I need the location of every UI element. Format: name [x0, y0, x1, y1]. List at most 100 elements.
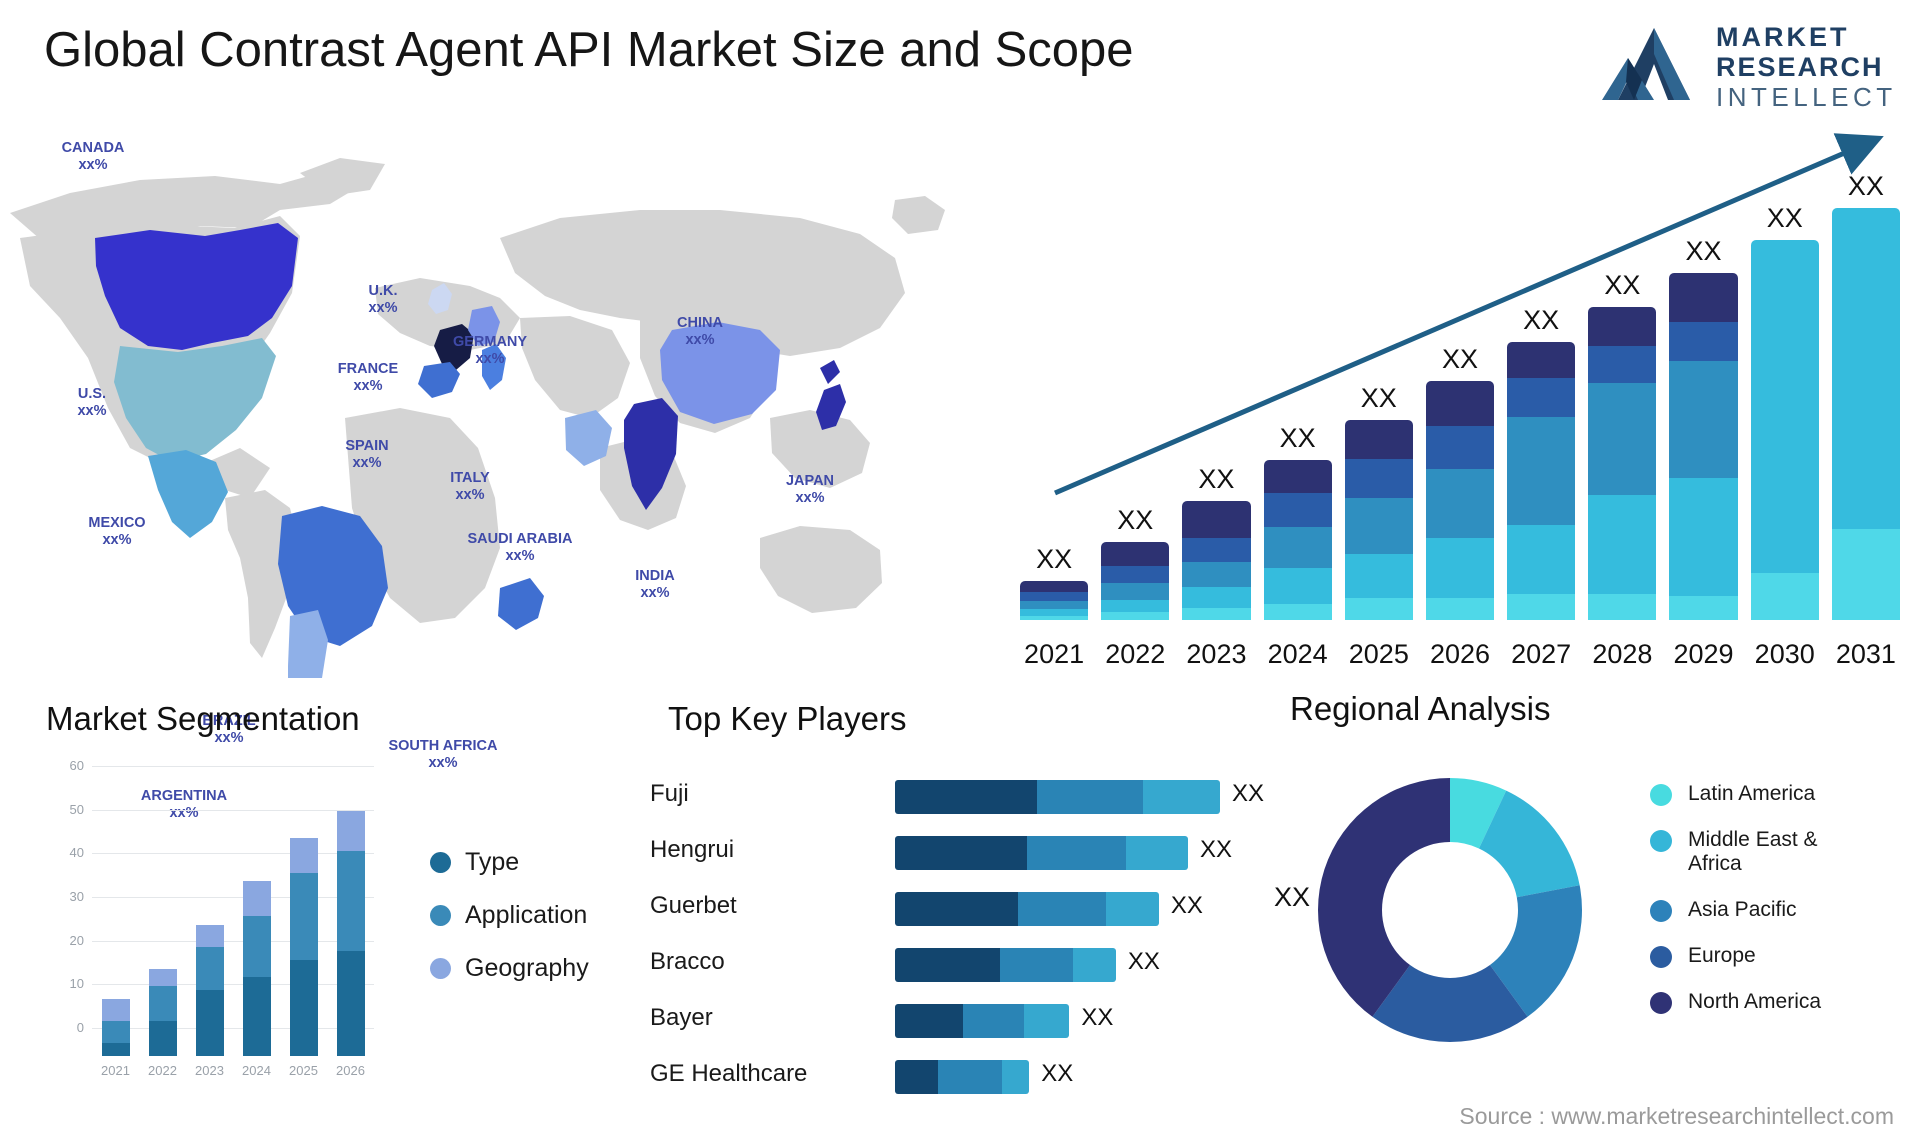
- map-label-canada: CANADA xx%: [38, 140, 148, 174]
- segmentation-bar-column: 2022: [148, 794, 177, 1078]
- segmentation-gridline: [92, 897, 374, 898]
- segmentation-bar-segment: [242, 977, 271, 1056]
- map-label-u-k-: U.K. xx%: [328, 283, 438, 317]
- segmentation-bar-segment: [148, 986, 177, 1022]
- player-bar-segment: [895, 1004, 963, 1038]
- map-label-japan: JAPAN xx%: [755, 473, 865, 507]
- market-segmentation-panel: Market Segmentation 60 50 40 30 20 10 0 2021 202…: [30, 700, 630, 1120]
- growth-bar: [1020, 581, 1089, 620]
- segmentation-bar-column: 2021: [101, 794, 130, 1078]
- growth-bar: [1101, 542, 1170, 620]
- growth-bar: [1344, 420, 1413, 620]
- player-bar: [895, 836, 1189, 870]
- growth-bar: [1750, 240, 1819, 620]
- player-value-label: XX: [1081, 1004, 1114, 1031]
- map-country-name: CHINA: [677, 315, 723, 331]
- map-country-percent: xx%: [685, 332, 715, 348]
- growth-bar-segment: [1669, 477, 1738, 597]
- segmentation-bar-segment: [101, 1042, 130, 1056]
- player-bar-segment: [1143, 780, 1220, 814]
- player-bar-segment: [1125, 836, 1189, 870]
- player-name: Guerbet: [650, 892, 737, 919]
- growth-bar-year-label: 2026: [1429, 639, 1491, 669]
- map-country-percent: xx%: [353, 378, 383, 394]
- map-country-percent: xx%: [368, 300, 398, 316]
- growth-bar-segment: [1425, 425, 1495, 470]
- growth-bar-value-label: XX: [1685, 235, 1722, 266]
- segmentation-gridline: [92, 853, 374, 855]
- growth-bar-value-label: XX: [1198, 464, 1235, 495]
- map-country-percent: xx%: [102, 532, 132, 548]
- map-country-name: CANADA: [61, 140, 125, 156]
- segmentation-legend: Type Application Geography: [430, 848, 589, 1007]
- growth-bar-value-label: XX: [1117, 505, 1154, 536]
- growth-bar-segment: [1101, 583, 1170, 600]
- growth-bar-value-label: XX: [1279, 423, 1316, 454]
- regional-legend-dot-icon: [1650, 946, 1672, 968]
- regional-legend-label: Middle East & Africa: [1688, 828, 1818, 875]
- map-country-percent: xx%: [77, 403, 107, 419]
- segmentation-bar-column: 2026: [336, 794, 365, 1078]
- segmentation-x-label: 2025: [289, 1063, 318, 1078]
- player-bar-segment: [1018, 892, 1106, 926]
- map-country-name: U.K.: [368, 283, 398, 299]
- growth-bar-column: XX 2025: [1344, 383, 1413, 669]
- map-country-percent: xx%: [505, 548, 535, 564]
- map-country-percent: xx%: [475, 351, 505, 367]
- regional-legend-dot-icon: [1650, 830, 1672, 852]
- segmentation-chart: 60 50 40 30 20 10 0 2021 2022 2023 2024 2025 2026: [54, 758, 384, 1078]
- player-row: Guerbet XX: [620, 890, 1300, 928]
- growth-bar-column: XX 2026: [1425, 344, 1495, 669]
- top-key-players-panel: Top Key Players Fuji XX Hengrui XX Guerbet XX…: [620, 700, 1300, 1120]
- map-label-germany: GERMANY xx%: [435, 334, 545, 368]
- growth-bar-segment: [1588, 594, 1657, 620]
- growth-bar-segment: [1182, 586, 1251, 609]
- player-bar-segment: [895, 948, 1000, 982]
- growth-bar-year-label: 2029: [1673, 639, 1734, 669]
- growth-bar-segment: [1507, 341, 1576, 379]
- growth-bar-column: XX 2028: [1588, 270, 1657, 669]
- logo-line-market: MARKET: [1716, 22, 1850, 52]
- player-bar-segment: [895, 836, 1028, 870]
- segmentation-legend-label: Geography: [465, 954, 589, 982]
- growth-bar-segment: [1020, 600, 1089, 610]
- growth-bar-value-label: XX: [1441, 343, 1478, 374]
- growth-bar-segment: [1425, 380, 1495, 426]
- player-bar: [895, 948, 1116, 982]
- growth-bar: [1669, 272, 1738, 620]
- growth-bar-value-label: XX: [1604, 270, 1641, 301]
- map-country-percent: xx%: [640, 585, 670, 601]
- map-label-china: CHINA xx%: [645, 315, 755, 349]
- regional-legend: Latin America Middle East & Africa Asia Pa…: [1650, 782, 1868, 1036]
- map-country-name: U.S.: [77, 386, 107, 402]
- regional-donut-chart: [1318, 778, 1582, 1042]
- regional-analysis-panel: Regional Analysis XX Latin America Middle…: [1274, 690, 1920, 1120]
- growth-bar-column: XX 2024: [1263, 423, 1332, 669]
- segmentation-bar: [148, 968, 177, 1056]
- growth-bar-segment: [1020, 591, 1089, 601]
- growth-bar-value-label: XX: [1523, 304, 1560, 335]
- source-text: Source : www.marketresearchintellect.com: [1459, 1103, 1894, 1129]
- growth-bar-column: XX 2027: [1507, 305, 1576, 669]
- growth-bar-segment: [1020, 581, 1089, 592]
- segmentation-bar-column: 2025: [289, 794, 318, 1078]
- player-row: Hengrui XX: [620, 834, 1300, 872]
- segmentation-x-label: 2022: [148, 1063, 177, 1078]
- segmentation-gridline: [92, 1028, 374, 1029]
- growth-bar-segment: [1263, 603, 1332, 620]
- player-name: Fuji: [650, 780, 689, 807]
- growth-bar-segment: [1263, 568, 1332, 604]
- growth-bar: [1263, 460, 1332, 620]
- growth-bar-segment: [1263, 527, 1332, 569]
- segmentation-y-tick: 30: [69, 889, 84, 904]
- player-bar-segment: [895, 1060, 938, 1094]
- map-country-percent: xx%: [78, 157, 108, 173]
- growth-bar-segment: [1507, 594, 1576, 620]
- growth-bar: [1831, 208, 1900, 620]
- map-label-spain: SPAIN xx%: [312, 438, 422, 472]
- player-value-label: XX: [1041, 1060, 1074, 1087]
- growth-bar-segment: [1344, 420, 1413, 460]
- segmentation-bar-column: 2024: [242, 794, 271, 1078]
- player-value-label: XX: [1200, 836, 1233, 863]
- segmentation-y-tick: 10: [69, 976, 84, 992]
